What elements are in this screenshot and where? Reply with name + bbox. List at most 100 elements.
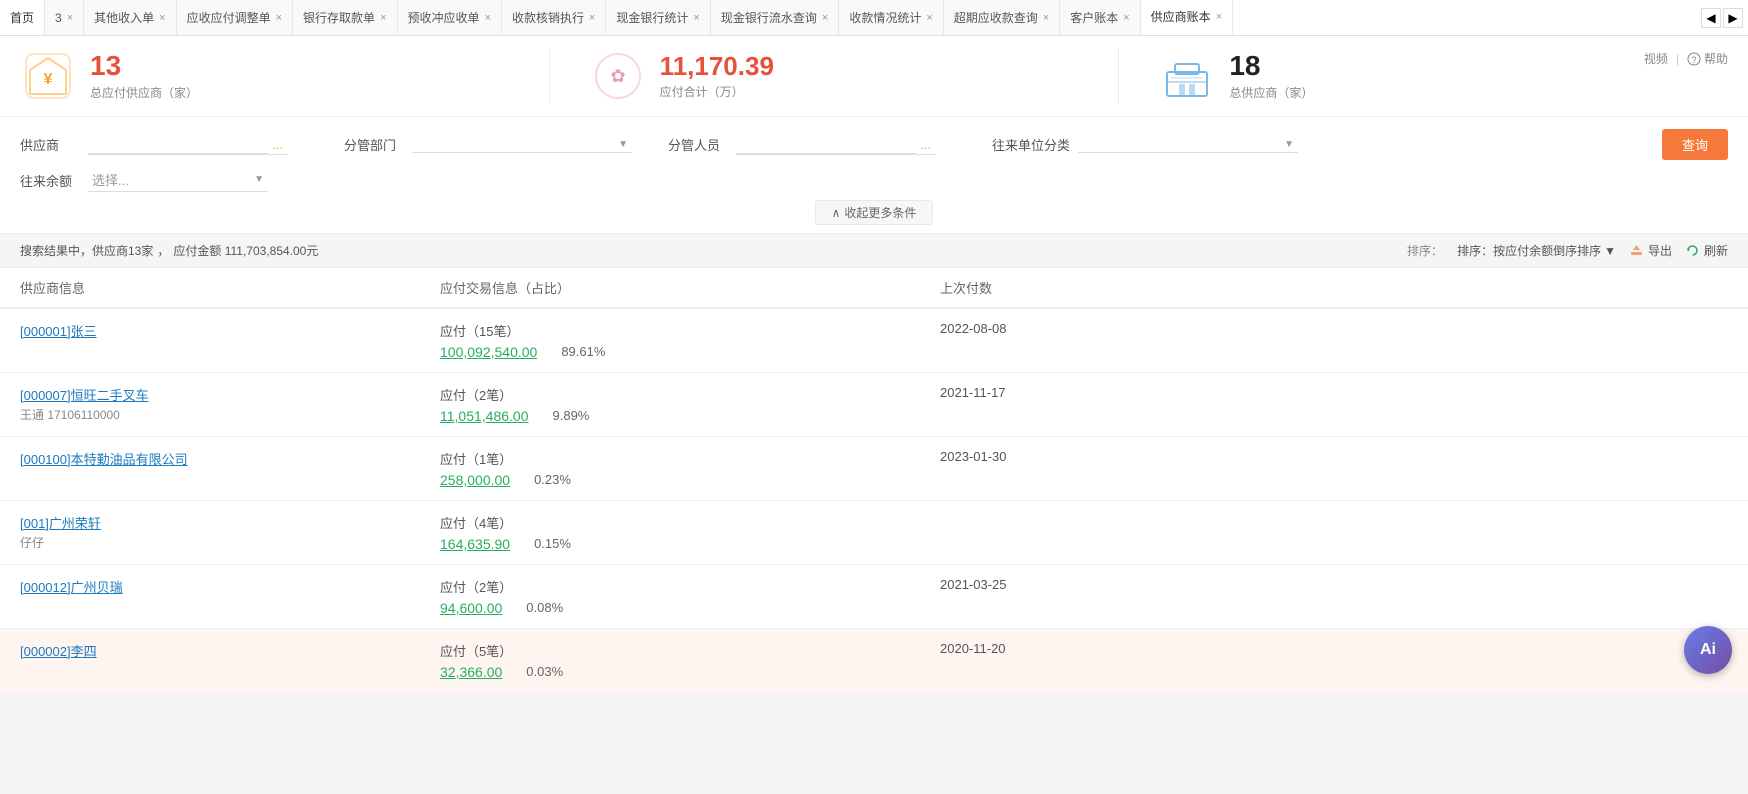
table-row: [001]广州荣轩 仔仔 应付（4笔） 164,635.90 0.15% xyxy=(0,501,1748,565)
tx-amount-link[interactable]: 32,366.00 xyxy=(440,664,502,680)
supplier-sub-info: 王通 17106110000 xyxy=(20,406,440,423)
table-row: [000100]本特勤油品有限公司 应付（1笔） 258,000.00 0.23… xyxy=(0,437,1748,501)
help-link[interactable]: ? 帮助 xyxy=(1687,50,1728,67)
supplier-dots-icon[interactable]: ... xyxy=(272,137,283,152)
nav-tab-verify[interactable]: 收款核销执行 × xyxy=(502,0,606,36)
export-button[interactable]: 导出 xyxy=(1630,242,1672,259)
supplier-name-link[interactable]: [000007]恒旺二手叉车 xyxy=(20,385,440,404)
nav-tab-bank-deposit[interactable]: 银行存取款单 × xyxy=(293,0,397,36)
header-supplier: 供应商信息 xyxy=(20,278,440,297)
result-bar: 搜索结果中，供应商13家 ， 应付金额 111,703,854.00元 排序： … xyxy=(0,234,1748,268)
supplier-name-link[interactable]: [000002]李四 xyxy=(20,641,440,660)
nav-tab-customer-account[interactable]: 客户账本 × xyxy=(1060,0,1140,36)
nav-next-button[interactable]: ▶ xyxy=(1723,8,1743,28)
supplier-account-close[interactable]: × xyxy=(1216,11,1222,23)
refresh-button[interactable]: 刷新 xyxy=(1686,242,1728,259)
total-supplier-label: 总供应商（家） xyxy=(1229,84,1313,101)
supplier-input-box: ... xyxy=(88,134,288,155)
person-input[interactable] xyxy=(736,134,916,154)
collection-stat-label: 收款情况统计 xyxy=(849,9,921,26)
lastpay-cell: 2021-11-17 xyxy=(940,385,1728,400)
cash-bank-stat-label: 现金银行统计 xyxy=(616,9,688,26)
bank-deposit-close[interactable]: × xyxy=(380,12,386,24)
dept-dropdown[interactable]: ▼ xyxy=(412,137,632,153)
top-nav: 首页 3 × 其他收入单 × 应收应付调整单 × 银行存取款单 × 预收冲应收单… xyxy=(0,0,1748,36)
nav-prev-button[interactable]: ◀ xyxy=(1701,8,1721,28)
query-button[interactable]: 查询 xyxy=(1662,129,1728,160)
ai-badge[interactable]: Ai xyxy=(1684,626,1732,674)
tx-label: 应付（15笔） xyxy=(440,321,940,340)
cash-bank-stat-close[interactable]: × xyxy=(693,12,699,24)
tx-label: 应付（4笔） xyxy=(440,513,940,532)
verify-close[interactable]: × xyxy=(589,12,595,24)
supplier-name-link[interactable]: [000012]广州贝瑞 xyxy=(20,577,440,596)
tx-percent: 0.15% xyxy=(534,536,571,551)
other-income-close[interactable]: × xyxy=(159,12,165,24)
customer-account-label: 客户账本 xyxy=(1070,9,1118,26)
transaction-cell: 应付（5笔） 32,366.00 0.03% xyxy=(440,641,940,680)
header-lastpay: 上次付数 xyxy=(940,278,1728,297)
nav-tab-overdue[interactable]: 超期应收款查询 × xyxy=(944,0,1060,36)
svg-text:?: ? xyxy=(1691,55,1696,65)
tx-percent: 0.23% xyxy=(534,472,571,487)
tx-amount-link[interactable]: 94,600.00 xyxy=(440,600,502,616)
home-label: 首页 xyxy=(10,9,34,26)
lastpay-date: 2022-08-08 xyxy=(940,319,1007,336)
table-row: [000002]李四 应付（5笔） 32,366.00 0.03% 2020-1… xyxy=(0,629,1748,693)
tx-amount-row: 164,635.90 0.15% xyxy=(440,534,940,552)
balance-filter-label: 往来余额 xyxy=(20,171,80,190)
table-header: 供应商信息 应付交易信息（占比） 上次付数 xyxy=(0,268,1748,309)
nav-tab-3[interactable]: 3 × xyxy=(45,0,84,36)
supplier-name-link[interactable]: [000001]张三 xyxy=(20,321,440,340)
tx-amount-link[interactable]: 11,051,486.00 xyxy=(440,408,529,424)
nav-tab-prepay[interactable]: 预收冲应收单 × xyxy=(398,0,502,36)
nav-tab-other-income[interactable]: 其他收入单 × xyxy=(84,0,176,36)
video-link[interactable]: 视频 xyxy=(1644,50,1668,67)
total-supplier-count: 18 xyxy=(1229,52,1313,80)
cash-bank-flow-label: 现金银行流水查询 xyxy=(721,9,817,26)
nav-tab-ar-adjust[interactable]: 应收应付调整单 × xyxy=(177,0,293,36)
link-divider: | xyxy=(1676,52,1679,66)
tx-amount-link[interactable]: 164,635.90 xyxy=(440,536,510,552)
overdue-label: 超期应收款查询 xyxy=(954,9,1038,26)
tx-amount-row: 258,000.00 0.23% xyxy=(440,470,940,488)
result-separator: ， xyxy=(157,242,169,259)
nav-tab-cash-bank-stat[interactable]: 现金银行统计 × xyxy=(606,0,710,36)
overdue-close[interactable]: × xyxy=(1043,12,1049,24)
supplier-name-link[interactable]: [000100]本特勤油品有限公司 xyxy=(20,449,440,468)
tab-3-close[interactable]: × xyxy=(67,12,73,24)
prepay-label: 预收冲应收单 xyxy=(408,9,480,26)
tx-label: 应付（5笔） xyxy=(440,641,940,660)
sort-option[interactable]: 排序：按应付余额倒序排序 ▼ xyxy=(1457,242,1616,259)
prepay-close[interactable]: × xyxy=(485,12,491,24)
supplier-payable-icon: ¥ xyxy=(20,48,76,104)
category-dropdown[interactable]: ▼ xyxy=(1078,137,1298,153)
tx-amount-link[interactable]: 258,000.00 xyxy=(440,472,510,488)
customer-account-close[interactable]: × xyxy=(1123,12,1129,24)
supplier-input[interactable] xyxy=(88,134,268,154)
transaction-cell: 应付（15笔） 100,092,540.00 89.61% xyxy=(440,321,940,360)
collapse-button[interactable]: ∧ 收起更多条件 xyxy=(815,200,934,225)
nav-tab-home[interactable]: 首页 xyxy=(0,0,45,36)
supplier-cell: [000002]李四 xyxy=(20,641,440,660)
tx-amount-link[interactable]: 100,092,540.00 xyxy=(440,344,537,360)
nav-tab-collection-stat[interactable]: 收款情况统计 × xyxy=(839,0,943,36)
supplier-name-link[interactable]: [001]广州荣轩 xyxy=(20,513,440,532)
bank-deposit-label: 银行存取款单 xyxy=(303,9,375,26)
collapse-icon: ∧ xyxy=(832,206,841,220)
filter-item-dept: 分管部门 ▼ xyxy=(344,135,644,154)
cash-bank-flow-close[interactable]: × xyxy=(822,12,828,24)
collection-stat-close[interactable]: × xyxy=(926,12,932,24)
lastpay-cell: 2022-08-08 xyxy=(940,321,1728,336)
nav-tab-supplier-account[interactable]: 供应商账本 × xyxy=(1141,0,1233,36)
balance-dropdown[interactable]: 选择... ▼ xyxy=(88,168,268,192)
total-suppliers-icon xyxy=(1159,48,1215,104)
ar-adjust-close[interactable]: × xyxy=(276,12,282,24)
payable-supplier-count: 13 xyxy=(90,52,198,80)
nav-tab-cash-bank-flow[interactable]: 现金银行流水查询 × xyxy=(711,0,839,36)
balance-placeholder: 选择... xyxy=(92,170,129,189)
table-body: [000001]张三 应付（15笔） 100,092,540.00 89.61%… xyxy=(0,309,1748,693)
tx-label: 应付（2笔） xyxy=(440,577,940,596)
total-payable-icon: ✿ xyxy=(590,48,646,104)
person-dots-icon[interactable]: ... xyxy=(920,137,931,152)
